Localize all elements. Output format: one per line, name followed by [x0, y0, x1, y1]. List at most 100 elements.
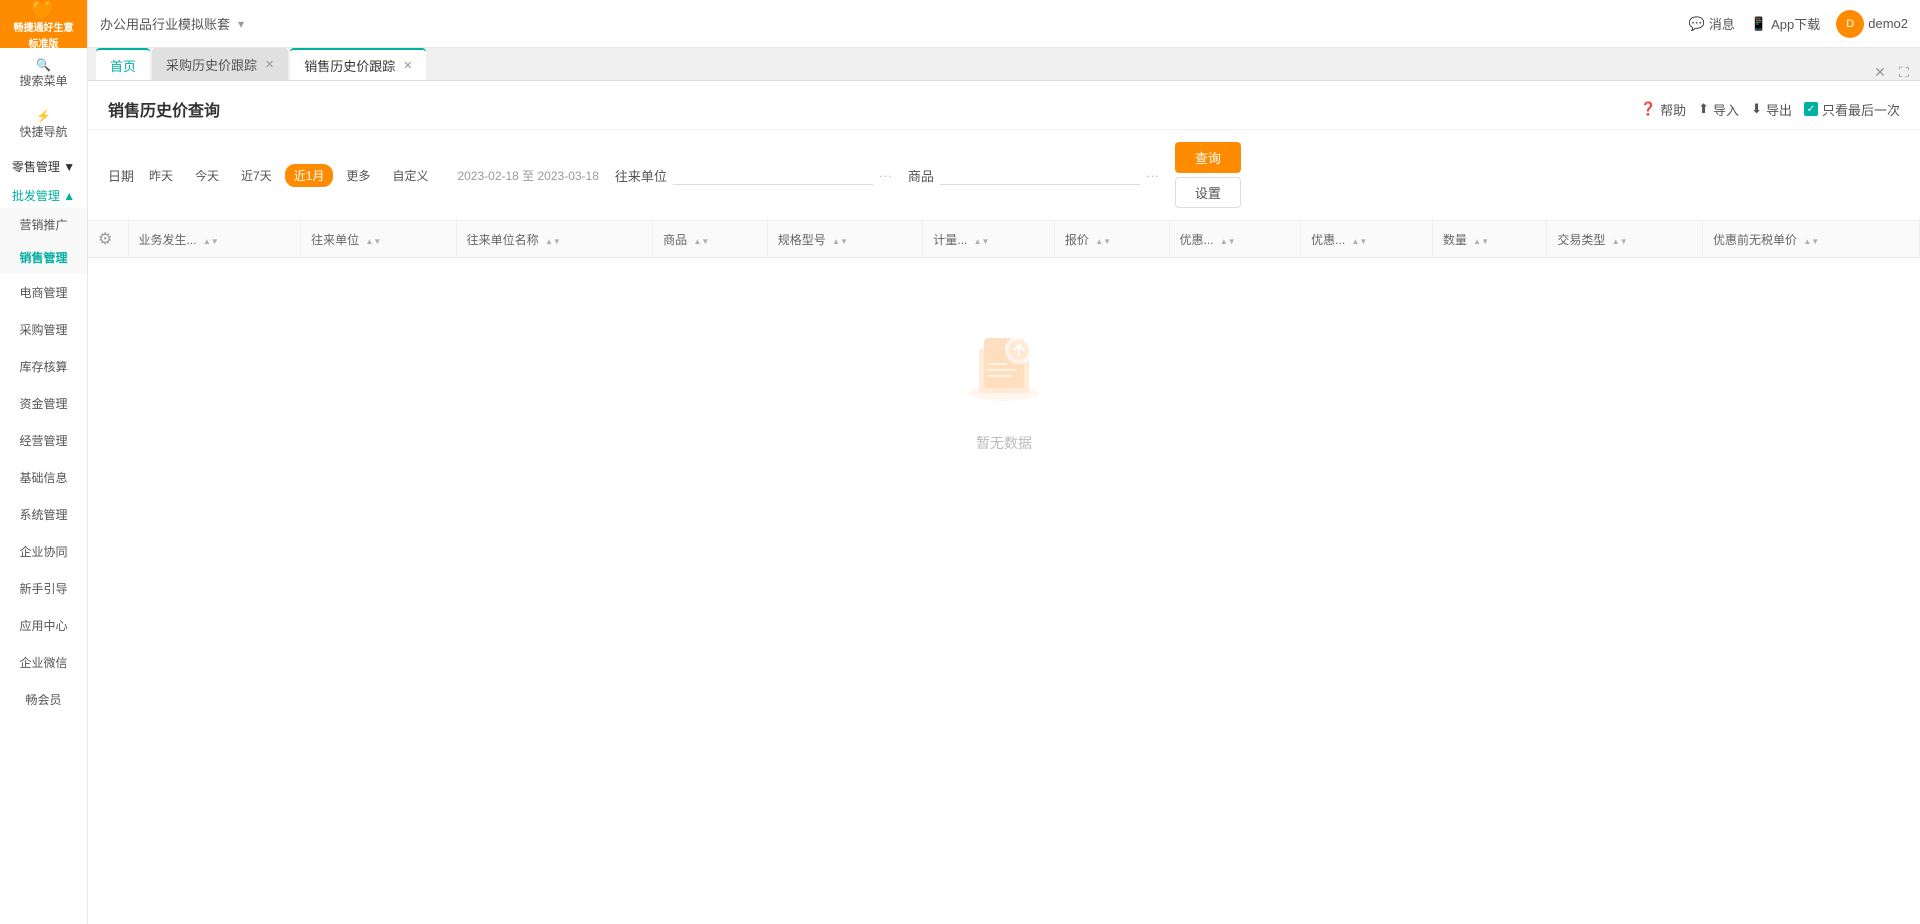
- sort-discount1-icon: ▲▼: [1220, 237, 1236, 246]
- col-unit-label: 计量...: [933, 233, 967, 247]
- col-unit[interactable]: 计量... ▲▼: [923, 221, 1055, 258]
- col-trade-type[interactable]: 交易类型 ▲▼: [1547, 221, 1703, 258]
- col-qty[interactable]: 数量 ▲▼: [1432, 221, 1547, 258]
- message-btn[interactable]: 💬 消息: [1689, 14, 1735, 33]
- export-btn[interactable]: ⬇ 导出: [1751, 100, 1792, 119]
- empty-illustration: [954, 318, 1054, 433]
- only-last-label: 只看最后一次: [1822, 100, 1900, 119]
- sidebar-item-basicinfo[interactable]: 基础信息: [0, 459, 87, 496]
- sort-spec-icon: ▲▼: [832, 237, 848, 246]
- tab-sales-history-label: 销售历史价跟踪: [304, 56, 395, 75]
- sidebar-item-purchase[interactable]: 采购管理: [0, 311, 87, 348]
- sidebar-marketing-label: 营销推广: [19, 218, 67, 232]
- import-icon: ⬆: [1698, 101, 1709, 117]
- col-date[interactable]: 业务发生... ▲▼: [128, 221, 301, 258]
- query-button[interactable]: 查询: [1175, 142, 1241, 173]
- sidebar-item-finance[interactable]: 资金管理: [0, 385, 87, 422]
- avatar: D: [1836, 10, 1864, 38]
- main-area: 办公用品行业模拟账套 ▾ 💬 消息 📱 App下载 D demo2: [88, 0, 1920, 924]
- sidebar-cooperation-label: 企业协同: [19, 545, 67, 559]
- col-pretax-price[interactable]: 优惠前无税单价 ▲▼: [1702, 221, 1919, 258]
- sidebar-item-wholesale[interactable]: 批发管理 ▲: [0, 179, 87, 208]
- sidebar-item-inventory[interactable]: 库存核算: [0, 348, 87, 385]
- window-close-btn[interactable]: ✕: [1872, 64, 1888, 80]
- sidebar-item-cooperation[interactable]: 企业协同: [0, 533, 87, 570]
- app-download-btn[interactable]: 📱 App下载: [1751, 14, 1820, 33]
- only-last-checkbox[interactable]: ✓: [1804, 102, 1818, 116]
- sidebar-finance-label: 资金管理: [19, 397, 67, 411]
- sidebar-search-label: 搜索菜单: [19, 74, 67, 88]
- sidebar-item-retail[interactable]: 零售管理 ▼: [0, 150, 87, 179]
- sidebar-item-operations[interactable]: 经营管理: [0, 422, 87, 459]
- partner-input[interactable]: [673, 165, 873, 185]
- col-discount2[interactable]: 优惠... ▲▼: [1301, 221, 1433, 258]
- col-goods-label: 商品: [663, 233, 687, 247]
- filter-bar: 日期 昨天 今天 近7天 近1月 更多 自定义 2023-02-18 至 202…: [88, 130, 1920, 221]
- tab-purchase-history[interactable]: 采购历史价跟踪 ✕: [152, 48, 288, 80]
- sidebar-item-sales[interactable]: 销售管理: [0, 241, 87, 274]
- sidebar-item-ecommerce[interactable]: 电商管理: [0, 274, 87, 311]
- col-goods[interactable]: 商品 ▲▼: [653, 221, 768, 258]
- sort-price-icon: ▲▼: [1095, 237, 1111, 246]
- date-btn-yesterday[interactable]: 昨天: [140, 164, 182, 187]
- content-area: 销售历史价查询 ❓ 帮助 ⬆ 导入 ⬇ 导出 ✓ 只看最后一次: [88, 81, 1920, 924]
- sidebar-wechat-label: 企业微信: [19, 656, 67, 670]
- col-date-label: 业务发生...: [139, 233, 197, 247]
- sidebar-item-appcenter[interactable]: 应用中心: [0, 607, 87, 644]
- date-filter-group: 日期 昨天 今天 近7天 近1月 更多 自定义: [108, 164, 437, 187]
- tab-home[interactable]: 首页: [96, 48, 150, 80]
- settings-button[interactable]: 设置: [1175, 177, 1241, 208]
- sidebar-member-label: 畅会员: [25, 693, 61, 707]
- partner-dots[interactable]: ···: [879, 168, 892, 183]
- sidebar-item-quicknav[interactable]: ⚡ 快捷导航: [0, 99, 87, 150]
- date-btn-1month[interactable]: 近1月: [285, 164, 334, 187]
- sidebar-ecommerce-label: 电商管理: [19, 286, 67, 300]
- col-price[interactable]: 报价 ▲▼: [1054, 221, 1169, 258]
- goods-dots[interactable]: ···: [1146, 168, 1159, 183]
- tab-purchase-close-icon[interactable]: ✕: [265, 58, 274, 71]
- message-icon: 💬: [1689, 16, 1705, 32]
- only-last-wrap[interactable]: ✓ 只看最后一次: [1804, 100, 1900, 119]
- import-label: 导入: [1713, 100, 1739, 119]
- sidebar-item-system[interactable]: 系统管理: [0, 496, 87, 533]
- tab-purchase-history-label: 采购历史价跟踪: [166, 55, 257, 74]
- col-partner[interactable]: 往来单位 ▲▼: [301, 221, 457, 258]
- sidebar-item-marketing[interactable]: 营销推广: [0, 208, 87, 241]
- date-btn-custom[interactable]: 自定义: [383, 164, 437, 187]
- tab-sales-history[interactable]: 销售历史价跟踪 ✕: [290, 48, 426, 80]
- sidebar-item-member[interactable]: 畅会员: [0, 681, 87, 718]
- sidebar-item-wechat[interactable]: 企业微信: [0, 644, 87, 681]
- download-icon: 📱: [1751, 16, 1767, 32]
- date-buttons: 昨天 今天 近7天 近1月 更多 自定义: [140, 164, 437, 187]
- sort-qty-icon: ▲▼: [1473, 237, 1489, 246]
- tabs-bar: 首页 采购历史价跟踪 ✕ 销售历史价跟踪 ✕ ✕ ⛶: [88, 48, 1920, 81]
- gear-icon[interactable]: ⚙: [98, 231, 112, 248]
- date-btn-today[interactable]: 今天: [186, 164, 228, 187]
- table-header: ⚙ 业务发生... ▲▼ 往来单位 ▲▼ 往来单位名称 ▲▼: [88, 221, 1920, 258]
- help-btn[interactable]: ❓ 帮助: [1640, 100, 1686, 119]
- quicknav-icon: ⚡: [36, 109, 51, 123]
- sidebar-wholesale-label: 批发管理: [12, 189, 60, 203]
- empty-text: 暂无数据: [976, 433, 1032, 453]
- sidebar-item-search[interactable]: 🔍 搜索菜单: [0, 48, 87, 99]
- data-table: ⚙ 业务发生... ▲▼ 往来单位 ▲▼ 往来单位名称 ▲▼: [88, 221, 1920, 258]
- sort-goods-icon: ▲▼: [693, 237, 709, 246]
- sidebar-sales-label: 销售管理: [19, 251, 67, 265]
- col-discount1[interactable]: 优惠... ▲▼: [1169, 221, 1301, 258]
- col-spec[interactable]: 规格型号 ▲▼: [767, 221, 923, 258]
- window-maximize-btn[interactable]: ⛶: [1896, 64, 1912, 80]
- tab-home-label: 首页: [110, 56, 136, 75]
- topbar-title: 办公用品行业模拟账套: [100, 14, 230, 33]
- user-menu[interactable]: D demo2: [1836, 10, 1908, 38]
- goods-input[interactable]: [940, 165, 1140, 185]
- topbar-dropdown-icon[interactable]: ▾: [238, 17, 244, 31]
- import-btn[interactable]: ⬆ 导入: [1698, 100, 1739, 119]
- col-partner-name[interactable]: 往来单位名称 ▲▼: [456, 221, 652, 258]
- topbar: 办公用品行业模拟账套 ▾ 💬 消息 📱 App下载 D demo2: [88, 0, 1920, 48]
- tab-sales-close-icon[interactable]: ✕: [403, 59, 412, 72]
- sidebar-item-guide[interactable]: 新手引导: [0, 570, 87, 607]
- date-btn-7days[interactable]: 近7天: [232, 164, 281, 187]
- sidebar-guide-label: 新手引导: [19, 582, 67, 596]
- sort-unit-icon: ▲▼: [974, 237, 990, 246]
- date-btn-more[interactable]: 更多: [337, 164, 379, 187]
